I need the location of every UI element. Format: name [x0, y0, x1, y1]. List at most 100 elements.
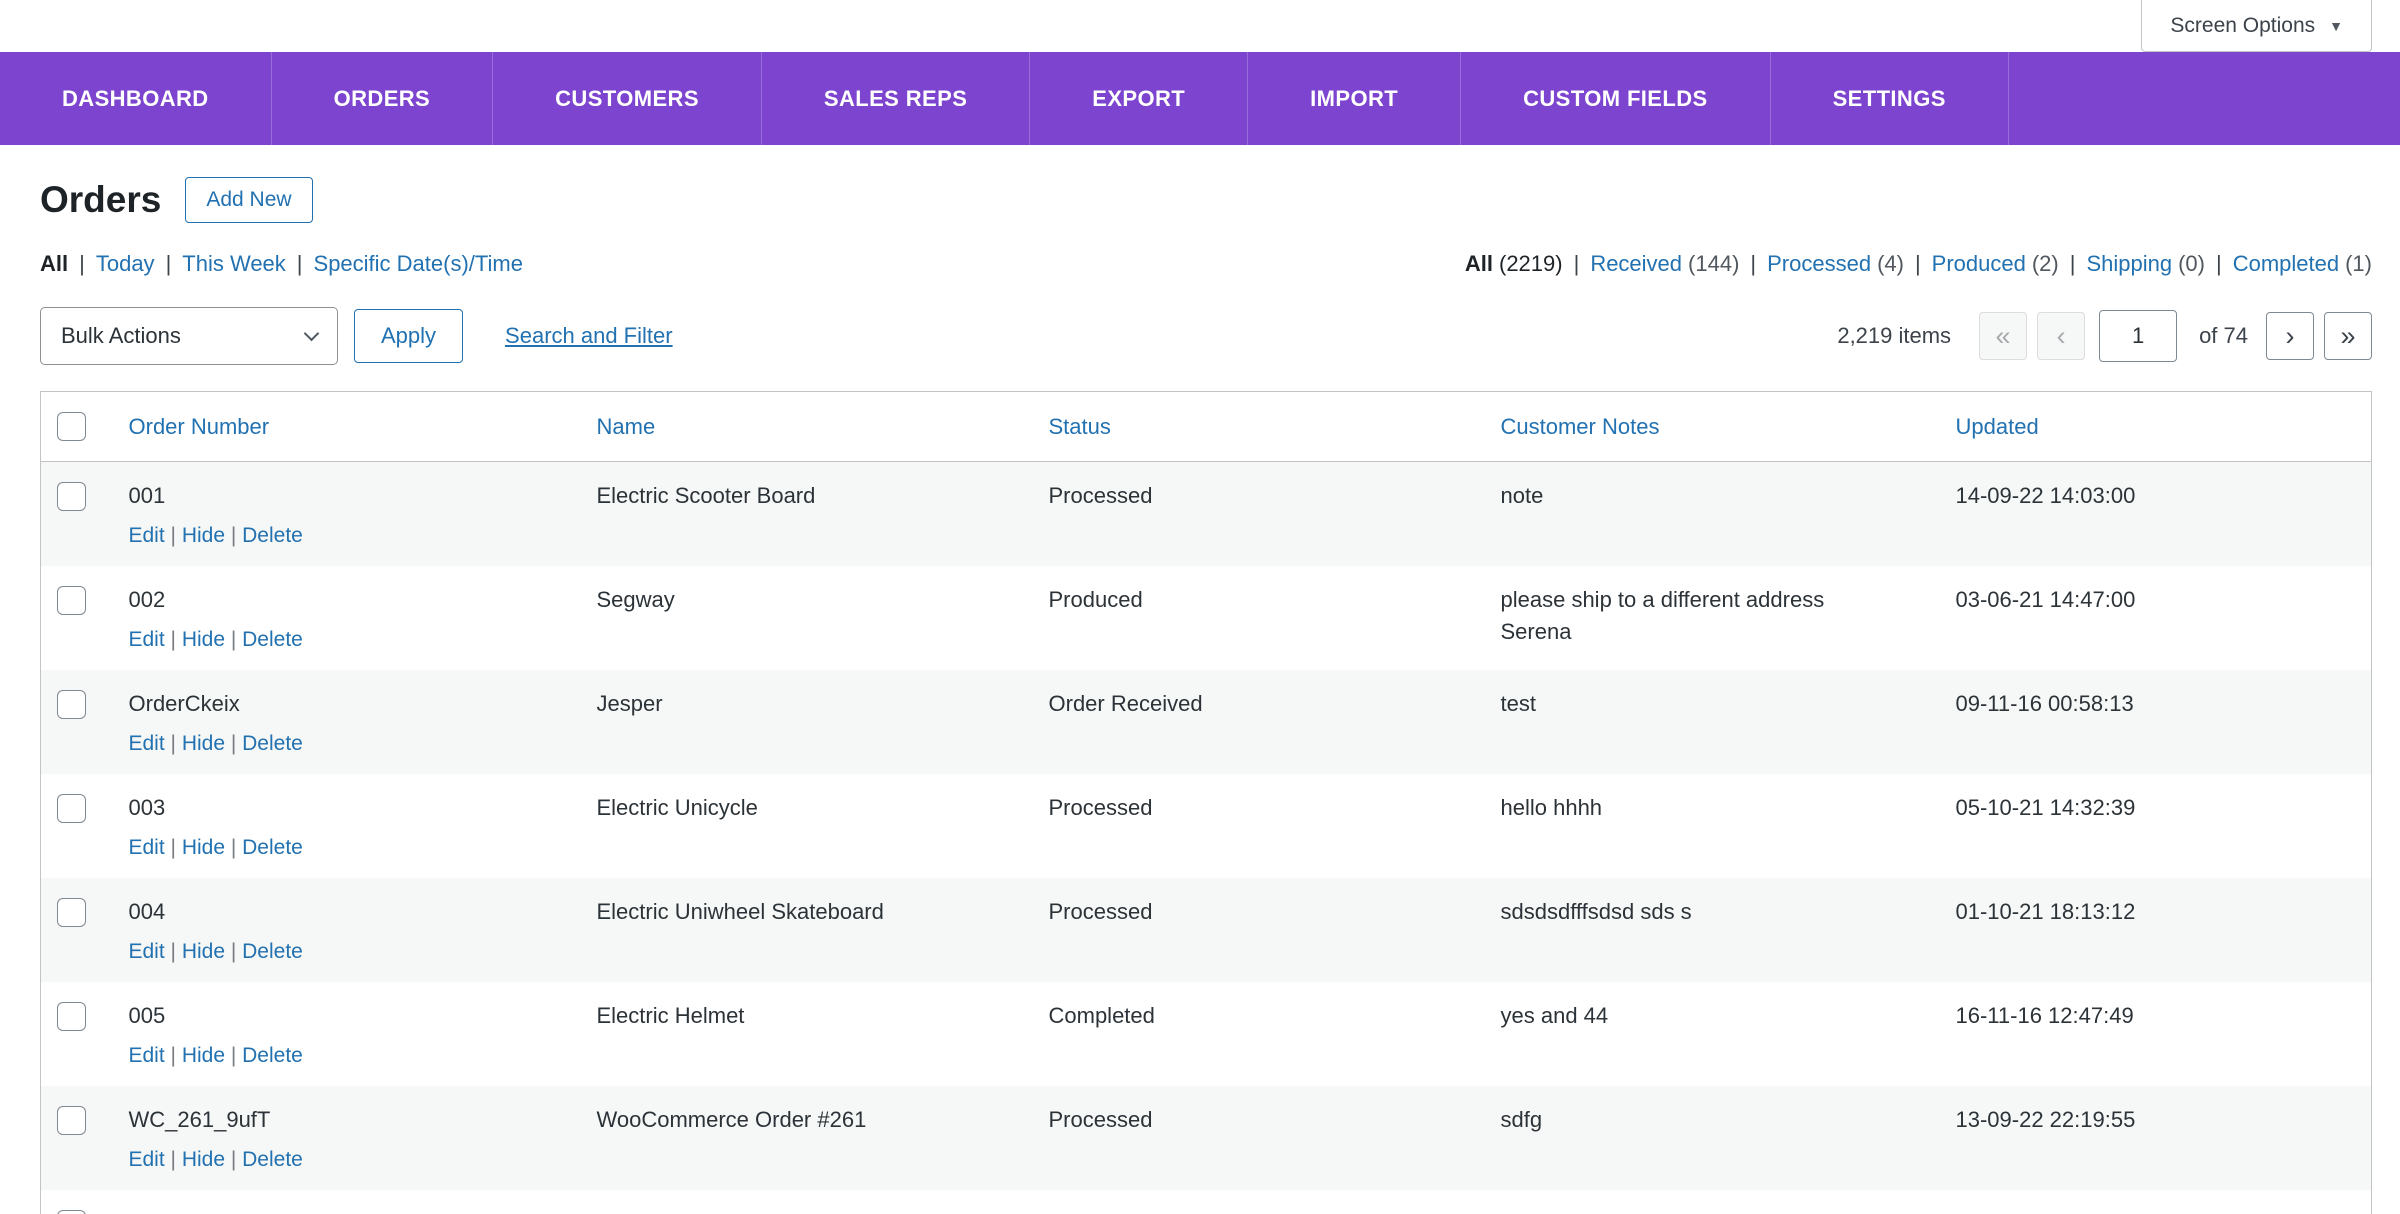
bulk-actions-select[interactable]: Bulk Actions — [40, 307, 338, 365]
table-row: 003 Edit | Hide | Delete Electric Unicyc… — [41, 774, 2372, 878]
row-checkbox[interactable] — [57, 1210, 86, 1214]
status-filter-processed[interactable]: Processed(4) — [1767, 251, 1904, 277]
apply-button[interactable]: Apply — [354, 309, 463, 363]
screen-options-button[interactable]: Screen Options ▼ — [2141, 0, 2372, 52]
edit-link[interactable]: Edit — [129, 836, 165, 859]
status-cell: Processed — [1033, 1086, 1485, 1190]
delete-link[interactable]: Delete — [242, 1148, 303, 1171]
delete-link[interactable]: Delete — [242, 836, 303, 859]
action-separator: | — [165, 732, 182, 755]
date-filter-this-week[interactable]: This Week — [182, 251, 286, 277]
status-filter-received[interactable]: Received(144) — [1590, 251, 1739, 277]
add-new-button[interactable]: Add New — [185, 177, 312, 223]
last-page-button[interactable]: » — [2324, 312, 2372, 360]
row-checkbox[interactable] — [57, 482, 86, 511]
select-all-cell — [41, 392, 113, 462]
name-cell: Electric Scooter Board — [581, 462, 1033, 567]
edit-link[interactable]: Edit — [129, 1044, 165, 1067]
order-number: 005 — [129, 1000, 565, 1032]
hide-link[interactable]: Hide — [182, 628, 225, 651]
delete-link[interactable]: Delete — [242, 732, 303, 755]
column-header-order-number[interactable]: Order Number — [129, 414, 270, 439]
filter-separator: | — [1915, 251, 1921, 277]
next-page-button[interactable]: › — [2266, 312, 2314, 360]
filter-count: (1) — [2345, 251, 2372, 276]
nav-item-dashboard[interactable]: DASHBOARD — [0, 52, 272, 145]
row-checkbox[interactable] — [57, 794, 86, 823]
column-header-status[interactable]: Status — [1049, 414, 1111, 439]
filter-count: (144) — [1688, 251, 1739, 276]
row-checkbox-cell — [41, 1086, 113, 1190]
row-actions: Edit | Hide | Delete — [129, 832, 565, 864]
status-filter-produced[interactable]: Produced(2) — [1932, 251, 2059, 277]
updated-cell: 05-10-21 14:32:39 — [1940, 774, 2372, 878]
delete-link[interactable]: Delete — [242, 1044, 303, 1067]
nav-item-import[interactable]: IMPORT — [1248, 52, 1461, 145]
delete-link[interactable]: Delete — [242, 940, 303, 963]
nav-item-label: EXPORT — [1092, 86, 1185, 112]
row-checkbox[interactable] — [57, 586, 86, 615]
hide-link[interactable]: Hide — [182, 732, 225, 755]
current-page-input[interactable] — [2099, 310, 2177, 362]
filter-label: Today — [96, 251, 155, 276]
status-filter-all[interactable]: All(2219) — [1465, 251, 1563, 277]
hide-link[interactable]: Hide — [182, 940, 225, 963]
toolbar-left: Bulk Actions Apply Search and Filter — [40, 307, 673, 365]
nav-item-customers[interactable]: CUSTOMERS — [493, 52, 762, 145]
edit-link[interactable]: Edit — [129, 628, 165, 651]
order-number-cell: WC_261_9ufT Edit | Hide | Delete — [113, 1086, 581, 1190]
row-checkbox[interactable] — [57, 690, 86, 719]
customer-note: please ship to a different address Seren… — [1501, 584, 1871, 648]
status-filter-completed[interactable]: Completed(1) — [2233, 251, 2372, 277]
select-all-checkbox[interactable] — [57, 412, 86, 441]
row-checkbox[interactable] — [57, 898, 86, 927]
status-cell: Processed — [1033, 462, 1485, 567]
hide-link[interactable]: Hide — [182, 1148, 225, 1171]
action-separator: | — [165, 1148, 182, 1171]
nav-item-sales-reps[interactable]: SALES REPS — [762, 52, 1030, 145]
order-number-cell: OrderCkeix Edit | Hide | Delete — [113, 670, 581, 774]
nav-item-settings[interactable]: SETTINGS — [1771, 52, 2009, 145]
customer-note: sdsdsdfffsdsd sds s — [1501, 896, 1692, 928]
row-actions: Edit | Hide | Delete — [129, 1040, 565, 1072]
nav-item-label: IMPORT — [1310, 86, 1398, 112]
column-header-name[interactable]: Name — [597, 414, 656, 439]
edit-link[interactable]: Edit — [129, 524, 165, 547]
table-header: Order Number Name Status Customer Notes … — [41, 392, 2372, 462]
items-count: 2,219 items — [1837, 323, 1951, 349]
action-separator: | — [165, 940, 182, 963]
nav-item-orders[interactable]: ORDERS — [272, 52, 494, 145]
filters-row: All|Today|This Week|Specific Date(s)/Tim… — [40, 251, 2372, 277]
edit-link[interactable]: Edit — [129, 732, 165, 755]
date-filter-specific-date-s-time[interactable]: Specific Date(s)/Time — [314, 251, 523, 277]
hide-link[interactable]: Hide — [182, 524, 225, 547]
updated-cell: 01-10-21 18:13:12 — [1940, 878, 2372, 982]
nav-item-label: CUSTOM FIELDS — [1523, 86, 1707, 112]
row-checkbox[interactable] — [57, 1002, 86, 1031]
status-cell: Processed — [1033, 774, 1485, 878]
orders-table: Order Number Name Status Customer Notes … — [40, 391, 2372, 1214]
filter-separator: | — [1750, 251, 1756, 277]
edit-link[interactable]: Edit — [129, 1148, 165, 1171]
action-separator: | — [225, 732, 242, 755]
delete-link[interactable]: Delete — [242, 524, 303, 547]
customer-note: yes and 44 — [1501, 1000, 1609, 1032]
column-header-updated[interactable]: Updated — [1956, 414, 2039, 439]
updated-cell: 09-11-16 00:58:13 — [1940, 670, 2372, 774]
nav-item-export[interactable]: EXPORT — [1030, 52, 1248, 145]
table-row-partial — [41, 1190, 2372, 1214]
status-filter-shipping[interactable]: Shipping(0) — [2086, 251, 2205, 277]
search-and-filter-link[interactable]: Search and Filter — [505, 323, 673, 349]
date-filter-today[interactable]: Today — [96, 251, 155, 277]
order-number: 004 — [129, 896, 565, 928]
hide-link[interactable]: Hide — [182, 1044, 225, 1067]
hide-link[interactable]: Hide — [182, 836, 225, 859]
total-pages-label: of 74 — [2199, 323, 2248, 349]
date-filter-all[interactable]: All — [40, 251, 68, 277]
column-header-customer-notes[interactable]: Customer Notes — [1501, 414, 1660, 439]
edit-link[interactable]: Edit — [129, 940, 165, 963]
nav-item-custom-fields[interactable]: CUSTOM FIELDS — [1461, 52, 1770, 145]
status-cell: Produced — [1033, 566, 1485, 670]
delete-link[interactable]: Delete — [242, 628, 303, 651]
row-checkbox[interactable] — [57, 1106, 86, 1135]
